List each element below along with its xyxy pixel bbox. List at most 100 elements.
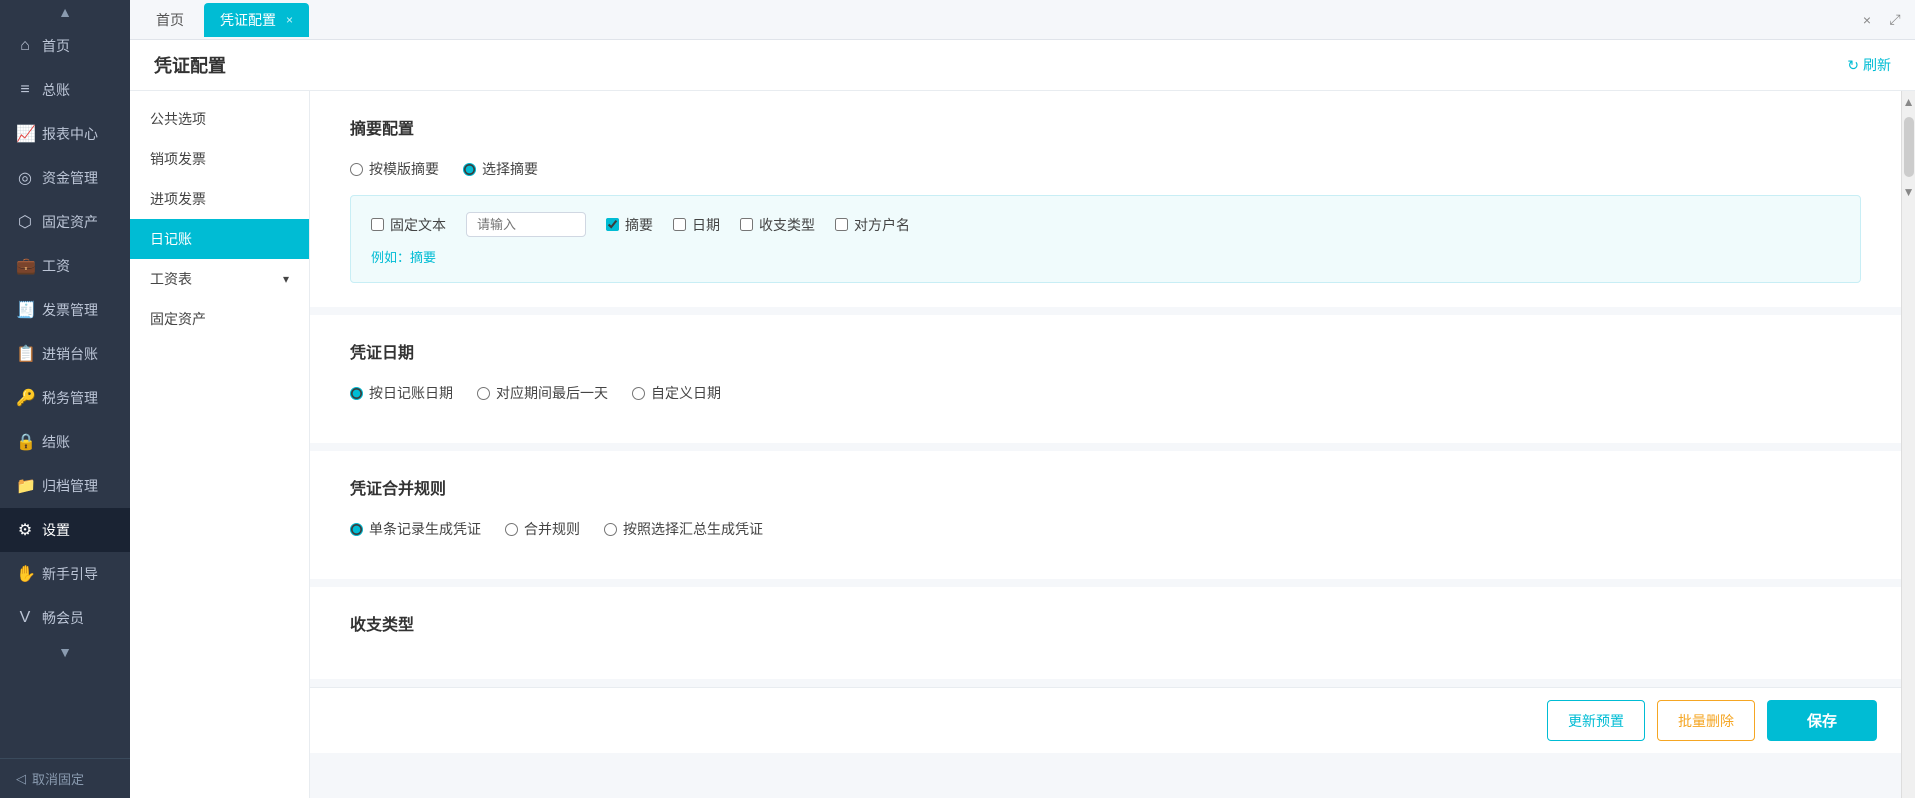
left-nav-fixed-assets[interactable]: 固定资产: [130, 299, 309, 339]
voucher-date-radio-group: 按日记账日期 对应期间最后一天 自定义日期: [350, 383, 1861, 403]
merge-rule-option[interactable]: 合并规则: [505, 519, 580, 539]
refresh-icon: ↻: [1847, 57, 1859, 74]
custom-date-radio[interactable]: [632, 387, 645, 400]
sidebar-scroll-up[interactable]: ▲: [0, 0, 130, 24]
archive-icon: 📁: [16, 476, 34, 496]
summary-checkbox-row: 固定文本 摘要 日期: [371, 212, 1840, 237]
voucher-date-journal[interactable]: 按日记账日期: [350, 383, 453, 403]
checkbox-counterpart[interactable]: 对方户名: [835, 215, 910, 235]
sidebar-item-assets[interactable]: ⬡ 固定资产: [0, 200, 130, 244]
main-area: 首页 凭证配置 × × ⤢ 凭证配置 ↻ 刷新 公共选项 销项发票 进项: [130, 0, 1915, 798]
fixed-text-input[interactable]: [466, 212, 586, 237]
income-type-section: 收支类型: [310, 587, 1901, 687]
sidebar-unpin-button[interactable]: ◁ 取消固定: [0, 758, 130, 798]
summary-checkbox[interactable]: [606, 218, 619, 231]
checkbox-date[interactable]: 日期: [673, 215, 720, 235]
summary-select-radio[interactable]: [463, 163, 476, 176]
journal-date-radio[interactable]: [350, 387, 363, 400]
scroll-up-arrow[interactable]: ▲: [1899, 91, 1915, 113]
chevron-down-icon: ▾: [283, 272, 289, 286]
tab-voucher-config[interactable]: 凭证配置 ×: [204, 3, 309, 37]
merge-rules-title: 凭证合并规则: [350, 475, 1861, 499]
checkbox-fixed-text[interactable]: 固定文本: [371, 215, 446, 235]
payroll-icon: 💼: [16, 256, 34, 276]
update-preview-button[interactable]: 更新预置: [1547, 700, 1645, 741]
settings-icon: ⚙: [16, 520, 34, 540]
right-content: 摘要配置 按模版摘要 选择摘要: [310, 91, 1901, 798]
refresh-button[interactable]: ↻ 刷新: [1847, 55, 1891, 75]
tax-icon: 🔑: [16, 388, 34, 408]
home-icon: ⌂: [16, 37, 34, 55]
tab-home[interactable]: 首页: [140, 3, 200, 37]
summary-template-radio[interactable]: [350, 163, 363, 176]
sidebar-item-fund[interactable]: ◎ 资金管理: [0, 156, 130, 200]
tab-close-icon[interactable]: ×: [286, 13, 293, 27]
summary-config-title: 摘要配置: [350, 115, 1861, 139]
left-nav-journal[interactable]: 日记账: [130, 219, 309, 259]
sidebar-item-close[interactable]: 🔒 结账: [0, 420, 130, 464]
content-layout: 公共选项 销项发票 进项发票 日记账 工资表 ▾ 固定资产: [130, 91, 1915, 798]
scroll-down-arrow[interactable]: ▼: [1899, 181, 1915, 203]
ledger-icon: ≡: [16, 81, 34, 99]
sidebar-item-invoice[interactable]: 🧾 发票管理: [0, 288, 130, 332]
window-maximize-button[interactable]: ⤢: [1885, 10, 1905, 30]
voucher-date-custom[interactable]: 自定义日期: [632, 383, 721, 403]
last-day-radio[interactable]: [477, 387, 490, 400]
save-button[interactable]: 保存: [1767, 700, 1877, 741]
sidebar-item-member[interactable]: V 畅会员: [0, 596, 130, 640]
guide-icon: ✋: [16, 564, 34, 584]
left-nav-public[interactable]: 公共选项: [130, 99, 309, 139]
checkbox-summary[interactable]: 摘要: [606, 215, 653, 235]
left-nav: 公共选项 销项发票 进项发票 日记账 工资表 ▾ 固定资产: [130, 91, 310, 798]
merge-single-record[interactable]: 单条记录生成凭证: [350, 519, 481, 539]
close-account-icon: 🔒: [16, 432, 34, 452]
fund-icon: ◎: [16, 168, 34, 188]
sidebar-item-report[interactable]: 📈 报表中心: [0, 112, 130, 156]
purchase-icon: 📋: [16, 344, 34, 364]
income-type-checkbox[interactable]: [740, 218, 753, 231]
voucher-date-last-day[interactable]: 对应期间最后一天: [477, 383, 608, 403]
voucher-date-section: 凭证日期 按日记账日期 对应期间最后一天 自定义日期: [310, 315, 1901, 451]
sidebar-item-settings[interactable]: ⚙ 设置: [0, 508, 130, 552]
page-header: 凭证配置 ↻ 刷新: [130, 40, 1915, 91]
sidebar-item-archive[interactable]: 📁 归档管理: [0, 464, 130, 508]
checkbox-income-type[interactable]: 收支类型: [740, 215, 815, 235]
scroll-thumb[interactable]: [1904, 117, 1914, 177]
merge-rules-radio-group: 单条记录生成凭证 合并规则 按照选择汇总生成凭证: [350, 519, 1861, 539]
scrollbar: ▲ ▼: [1901, 91, 1915, 798]
summary-radio-template[interactable]: 按模版摘要: [350, 159, 439, 179]
batch-delete-button[interactable]: 批量删除: [1657, 700, 1755, 741]
merge-selected-summary[interactable]: 按照选择汇总生成凭证: [604, 519, 763, 539]
counterpart-checkbox[interactable]: [835, 218, 848, 231]
page-title: 凭证配置: [154, 52, 226, 78]
sidebar-scroll-down[interactable]: ▼: [0, 640, 130, 664]
left-nav-payroll[interactable]: 工资表 ▾: [130, 259, 309, 299]
sidebar-item-ledger[interactable]: ≡ 总账: [0, 68, 130, 112]
selected-summary-radio[interactable]: [604, 523, 617, 536]
single-record-radio[interactable]: [350, 523, 363, 536]
sidebar: ▲ ⌂ 首页 ≡ 总账 📈 报表中心 ◎ 资金管理 ⬡ 固定资产 💼 工资 🧾 …: [0, 0, 130, 798]
report-icon: 📈: [16, 124, 34, 144]
merge-rule-radio[interactable]: [505, 523, 518, 536]
sidebar-item-guide[interactable]: ✋ 新手引导: [0, 552, 130, 596]
window-controls: × ⤢: [1857, 10, 1905, 30]
summary-radio-group: 按模版摘要 选择摘要: [350, 159, 1861, 179]
date-checkbox[interactable]: [673, 218, 686, 231]
summary-checkbox-area: 固定文本 摘要 日期: [350, 195, 1861, 283]
income-type-title: 收支类型: [350, 611, 1861, 635]
merge-rules-section: 凭证合并规则 单条记录生成凭证 合并规则 按照选择汇总生成凭证: [310, 451, 1901, 587]
sidebar-item-home[interactable]: ⌂ 首页: [0, 24, 130, 68]
summary-radio-select[interactable]: 选择摘要: [463, 159, 538, 179]
sidebar-item-payroll[interactable]: 💼 工资: [0, 244, 130, 288]
invoice-icon: 🧾: [16, 300, 34, 320]
example-text: 例如：摘要: [371, 247, 1840, 266]
bottom-action-bar: 更新预置 批量删除 保存: [310, 687, 1901, 753]
member-icon: V: [16, 609, 34, 627]
left-nav-sales[interactable]: 销项发票: [130, 139, 309, 179]
left-nav-purchase-invoice[interactable]: 进项发票: [130, 179, 309, 219]
sidebar-item-tax[interactable]: 🔑 税务管理: [0, 376, 130, 420]
summary-config-section: 摘要配置 按模版摘要 选择摘要: [310, 91, 1901, 315]
sidebar-item-purchase[interactable]: 📋 进销台账: [0, 332, 130, 376]
fixed-text-checkbox[interactable]: [371, 218, 384, 231]
window-close-button[interactable]: ×: [1857, 10, 1877, 30]
